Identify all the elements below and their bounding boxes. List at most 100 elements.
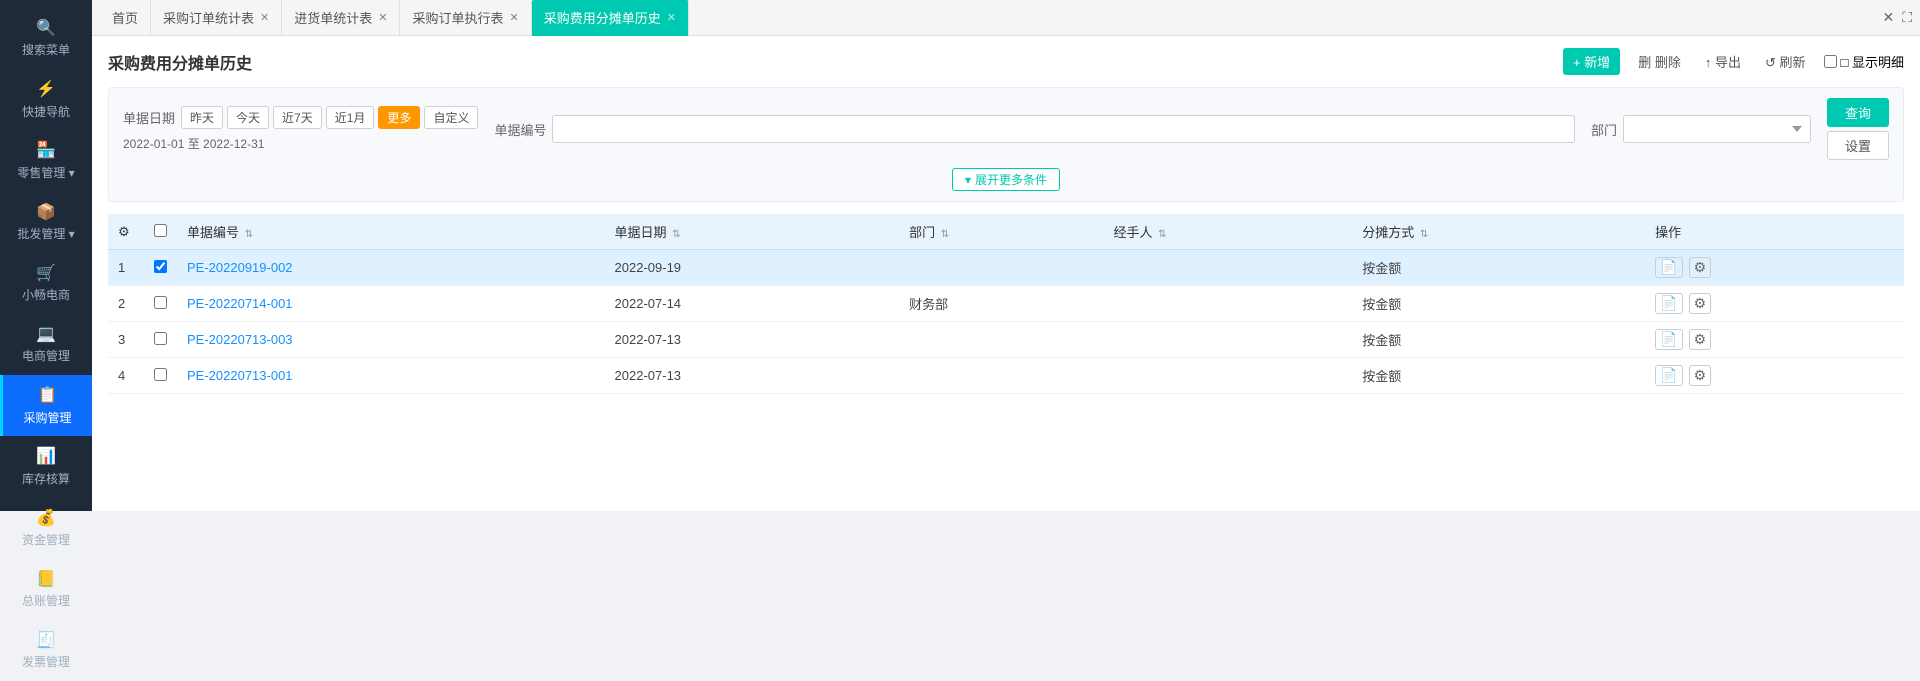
query-button[interactable]: 查询 [1827, 98, 1889, 127]
search-icon: 🔍 [4, 18, 88, 40]
th-split-method[interactable]: 分摊方式 ⇅ [1352, 214, 1645, 250]
sidebar-item-quick-nav[interactable]: ⚡快捷导航 [0, 69, 92, 130]
th-gear[interactable]: ⚙ [108, 214, 144, 250]
date-btn-7days[interactable]: 近7天 [273, 106, 322, 129]
table-body: 1 PE-20220919-002 2022-09-19 按金额 📄 ⚙ 2 P… [108, 250, 1904, 394]
wholesale-icon: 📦 [4, 202, 88, 224]
row-checkbox[interactable] [154, 296, 167, 309]
expand-more-button[interactable]: ▾ 展开更多条件 [952, 168, 1060, 191]
table-row: 2 PE-20220714-001 2022-07-14 财务部 按金额 📄 ⚙ [108, 286, 1904, 322]
date-btn-yesterday[interactable]: 昨天 [181, 106, 223, 129]
content-area: 采购费用分摊单历史 + 新增 删 删除 ↑ 导出 ↺ 刷新 □ 显示明细 单据日… [92, 36, 1920, 511]
expand-more-label: 展开更多条件 [975, 171, 1047, 188]
tab-close-inbound-stats[interactable]: ✕ [378, 11, 387, 24]
maximize-icon[interactable]: ⛶ [1902, 9, 1912, 26]
action-view-icon[interactable]: 📄 [1655, 365, 1682, 386]
refresh-button[interactable]: ↺ 刷新 [1759, 50, 1812, 73]
sidebar-item-purchase[interactable]: 📋采购管理 [0, 375, 92, 436]
sidebar-label-finance: 资金管理 [22, 533, 70, 547]
th-doc-no[interactable]: 单据编号 ⇅ [177, 214, 605, 250]
action-more-icon[interactable]: ⚙ [1689, 257, 1712, 278]
tab-label-purchase-order-exec: 采购订单执行表 [412, 8, 503, 27]
row-actions: 📄 ⚙ [1645, 358, 1904, 394]
doc-no-input[interactable] [552, 115, 1575, 143]
sidebar-item-retail[interactable]: 🏪零售管理 ▾ [0, 130, 92, 191]
doc-no-label: 单据编号 [494, 120, 546, 139]
tab-purchase-order-exec[interactable]: 采购订单执行表 ✕ [400, 0, 531, 36]
sidebar-item-wholesale[interactable]: 📦 批发管理 ▾ [0, 192, 92, 253]
add-button[interactable]: + 新增 [1563, 48, 1620, 75]
action-more-icon[interactable]: ⚙ [1689, 329, 1712, 350]
filter-settings-button[interactable]: 设置 [1827, 131, 1889, 160]
mini-shop-icon: 🛒 [4, 263, 88, 285]
th-checkbox [144, 214, 177, 250]
row-checkbox[interactable] [154, 332, 167, 345]
delete-button[interactable]: 删 删除 [1632, 50, 1687, 73]
tab-purchase-order-stats[interactable]: 采购订单统计表 ✕ [151, 0, 282, 36]
tab-label-purchase-order-stats: 采购订单统计表 [163, 8, 254, 27]
row-doc-no[interactable]: PE-20220919-002 [177, 250, 605, 286]
th-dept[interactable]: 部门 ⇅ [899, 214, 1103, 250]
row-doc-no[interactable]: PE-20220714-001 [177, 286, 605, 322]
th-doc-date[interactable]: 单据日期 ⇅ [605, 214, 900, 250]
sidebar-item-inventory[interactable]: 📊库存核算 [0, 436, 92, 497]
row-split-method: 按金额 [1352, 322, 1645, 358]
row-handler [1104, 358, 1353, 394]
sidebar-item-ledger[interactable]: 📒总账管理 [0, 559, 92, 620]
sort-icon-handler: ⇅ [1158, 229, 1166, 240]
sidebar-item-mini-shop[interactable]: 🛒 小畅电商 [0, 253, 92, 314]
invoice-icon: 🧾 [4, 630, 88, 652]
tab-close-purchase-cost-history[interactable]: ✕ [667, 11, 676, 24]
action-view-icon[interactable]: 📄 [1655, 257, 1682, 278]
tab-close-purchase-order-stats[interactable]: ✕ [260, 11, 269, 24]
sidebar-label-mini-shop: 小畅电商 [22, 288, 70, 302]
row-split-method: 按金额 [1352, 286, 1645, 322]
dept-select[interactable]: 财务部 [1623, 115, 1811, 143]
date-btn-more[interactable]: 更多 [378, 106, 420, 129]
row-doc-no[interactable]: PE-20220713-003 [177, 322, 605, 358]
action-view-icon[interactable]: 📄 [1655, 329, 1682, 350]
row-handler [1104, 250, 1353, 286]
date-filter-btns: 昨天 今天 近7天 近1月 更多 自定义 [181, 106, 478, 129]
row-doc-no[interactable]: PE-20220713-001 [177, 358, 605, 394]
sidebar-label-retail: 零售管理 ▾ [17, 166, 74, 180]
date-btn-custom[interactable]: 自定义 [424, 106, 478, 129]
sidebar-label-wholesale: 批发管理 ▾ [17, 227, 74, 241]
sidebar-item-ecom[interactable]: 💻电商管理 [0, 314, 92, 375]
quick-nav-icon: ⚡ [4, 79, 88, 101]
row-doc-date: 2022-07-14 [605, 286, 900, 322]
select-all-checkbox[interactable] [154, 224, 167, 237]
tab-purchase-cost-history[interactable]: 采购费用分摊单历史✕ [532, 0, 689, 36]
sidebar-item-invoice[interactable]: 🧾发票管理 [0, 620, 92, 681]
row-checkbox[interactable] [154, 260, 167, 273]
close-window-icon[interactable]: ✕ [1882, 9, 1894, 26]
tab-home[interactable]: 首页 [100, 0, 151, 36]
date-btn-1month[interactable]: 近1月 [326, 106, 375, 129]
action-view-icon[interactable]: 📄 [1655, 293, 1682, 314]
tab-label-inbound-stats: 进货单统计表 [294, 8, 372, 27]
row-actions: 📄 ⚙ [1645, 322, 1904, 358]
action-more-icon[interactable]: ⚙ [1689, 293, 1712, 314]
sidebar-item-search[interactable]: 🔍搜索菜单 [0, 8, 92, 69]
show-detail-checkbox[interactable] [1824, 55, 1837, 68]
tab-close-purchase-order-exec[interactable]: ✕ [510, 11, 519, 24]
show-detail-label: □ 显示明细 [1841, 52, 1904, 71]
sort-icon-split: ⇅ [1420, 229, 1428, 240]
toolbar: + 新增 删 删除 ↑ 导出 ↺ 刷新 □ 显示明细 [1563, 48, 1904, 75]
row-dept [899, 358, 1103, 394]
sidebar: 🔍搜索菜单⚡快捷导航🏪零售管理 ▾ 📦 批发管理 ▾ 🛒 小畅电商 💻电商管理📋采购管理📊… [0, 0, 92, 511]
th-handler[interactable]: 经手人 ⇅ [1104, 214, 1353, 250]
action-more-icon[interactable]: ⚙ [1689, 365, 1712, 386]
export-button[interactable]: ↑ 导出 [1699, 50, 1747, 73]
row-checkbox[interactable] [154, 368, 167, 381]
date-btn-today[interactable]: 今天 [227, 106, 269, 129]
tab-inbound-stats[interactable]: 进货单统计表 ✕ [282, 0, 400, 36]
sidebar-item-finance[interactable]: 💰资金管理 [0, 498, 92, 559]
page-header: 采购费用分摊单历史 + 新增 删 删除 ↑ 导出 ↺ 刷新 □ 显示明细 [108, 48, 1904, 75]
dept-filter-group: 部门 财务部 [1591, 115, 1811, 143]
row-split-method: 按金额 [1352, 358, 1645, 394]
purchase-icon: 📋 [7, 385, 88, 407]
data-table: ⚙ 单据编号 ⇅ 单据日期 ⇅ 部门 ⇅ 经手人 ⇅ 分摊方式 ⇅ 操作 1 P… [108, 214, 1904, 394]
table-header: ⚙ 单据编号 ⇅ 单据日期 ⇅ 部门 ⇅ 经手人 ⇅ 分摊方式 ⇅ 操作 [108, 214, 1904, 250]
sidebar-label-inventory: 库存核算 [22, 472, 70, 486]
